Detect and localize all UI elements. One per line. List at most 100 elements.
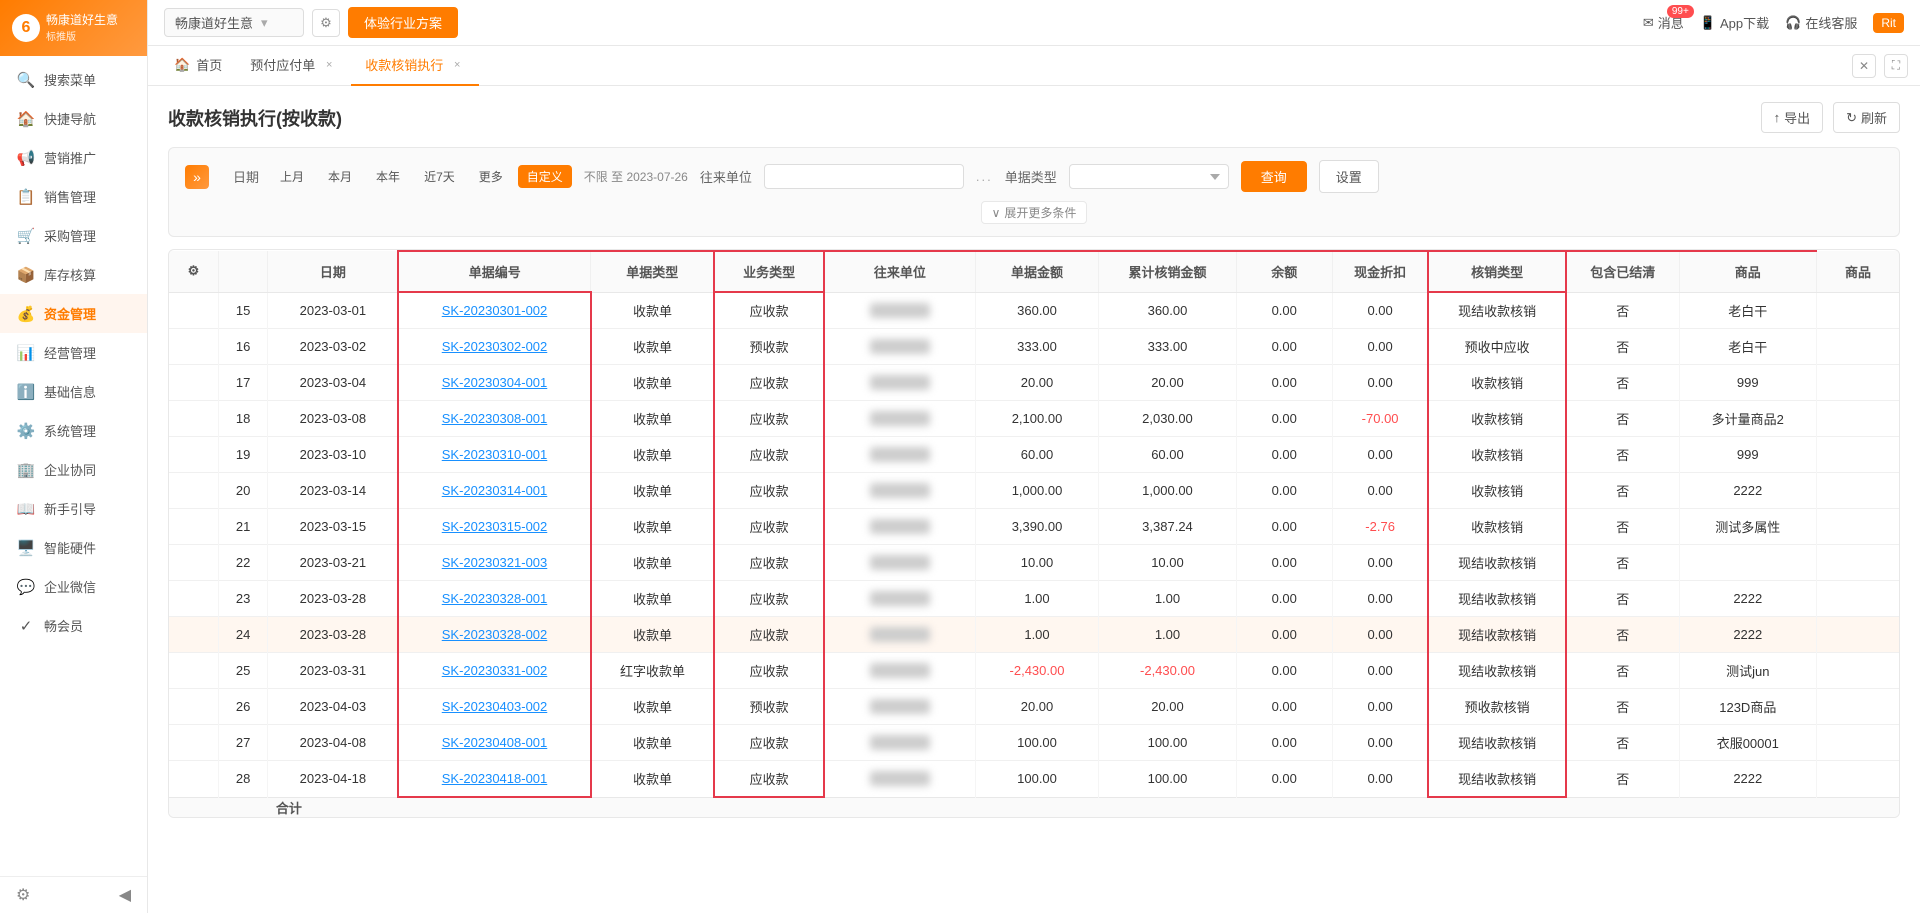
col-settings[interactable]: ⚙ (169, 251, 218, 292)
tab-close-all-button[interactable]: ✕ (1852, 54, 1876, 78)
cell-balance: 0.00 (1236, 329, 1332, 365)
bill-no-link[interactable]: SK-20230331-002 (442, 663, 548, 678)
tab-collection-close[interactable]: × (449, 57, 465, 73)
col-biz-type[interactable]: 业务类型 (714, 251, 824, 292)
cell-settings (169, 437, 218, 473)
cell-partner: ██████ (824, 725, 975, 761)
export-button[interactable]: ↑ 导出 (1761, 102, 1824, 133)
col-bill-amount[interactable]: 单据金额 (975, 251, 1099, 292)
cell-date: 2023-03-21 (268, 545, 398, 581)
sidebar-item-search[interactable]: 🔍 搜索菜单 (0, 60, 147, 99)
cell-goods: 999 (1679, 437, 1816, 473)
col-partner[interactable]: 往来单位 (824, 251, 975, 292)
bill-no-link[interactable]: SK-20230314-001 (442, 483, 548, 498)
col-cash-discount[interactable]: 现金折扣 (1332, 251, 1428, 292)
bill-no-link[interactable]: SK-20230408-001 (442, 735, 548, 750)
sidebar-item-inventory[interactable]: 📦 库存核算 (0, 255, 147, 294)
sidebar-item-finance[interactable]: 💰 资金管理 (0, 294, 147, 333)
cell-settings (169, 545, 218, 581)
sidebar-item-member[interactable]: ✓ 畅会员 (0, 606, 147, 645)
table-row: 15 2023-03-01 SK-20230301-002 收款单 应收款 ██… (169, 292, 1899, 329)
sidebar-settings-icon[interactable]: ⚙ (16, 885, 30, 905)
filter-this-year[interactable]: 本年 (367, 164, 409, 189)
cell-partner: ██████ (824, 401, 975, 437)
cell-goods: 测试多属性 (1679, 509, 1816, 545)
bill-no-link[interactable]: SK-20230328-001 (442, 591, 548, 606)
bill-type-filter-select[interactable] (1069, 164, 1229, 189)
sidebar-item-hardware[interactable]: 🖥️ 智能硬件 (0, 528, 147, 567)
partner-filter-input[interactable] (764, 164, 964, 189)
cell-partner: ██████ (824, 617, 975, 653)
col-goods2[interactable]: 商品 (1816, 251, 1899, 292)
marketing-icon: 📢 (16, 149, 36, 167)
sidebar-item-wechat[interactable]: 💬 企业微信 (0, 567, 147, 606)
cell-rownum: 23 (218, 581, 267, 617)
bill-no-link[interactable]: SK-20230328-002 (442, 627, 548, 642)
sidebar-item-marketing[interactable]: 📢 营销推广 (0, 138, 147, 177)
tab-collection[interactable]: 收款核销执行 × (351, 46, 479, 86)
cell-bill-amount: 20.00 (975, 689, 1099, 725)
tab-collection-label: 收款核销执行 (365, 55, 443, 74)
settings-button[interactable]: ⚙ (312, 9, 340, 37)
cell-partner: ██████ (824, 329, 975, 365)
sidebar-item-purchase[interactable]: 🛒 采购管理 (0, 216, 147, 255)
sidebar-item-label: 系统管理 (44, 421, 96, 440)
bill-no-link[interactable]: SK-20230315-002 (442, 519, 548, 534)
filter-this-month[interactable]: 本月 (319, 164, 361, 189)
col-date[interactable]: 日期 (268, 251, 398, 292)
tab-fullscreen-button[interactable]: ⛶ (1884, 54, 1908, 78)
col-bill-no[interactable]: 单据编号 (398, 251, 590, 292)
bill-no-link[interactable]: SK-20230302-002 (442, 339, 548, 354)
col-balance[interactable]: 余额 (1236, 251, 1332, 292)
sidebar-item-sales[interactable]: 📋 销售管理 (0, 177, 147, 216)
col-include-settled[interactable]: 包含已结清 (1566, 251, 1679, 292)
cell-date: 2023-03-04 (268, 365, 398, 401)
bill-no-link[interactable]: SK-20230304-001 (442, 375, 548, 390)
setting-button[interactable]: 设置 (1319, 160, 1379, 193)
sidebar-collapse-icon[interactable]: ◀ (119, 885, 131, 905)
company-dropdown[interactable]: 畅康道好生意 ▾ (164, 8, 304, 37)
bill-no-link[interactable]: SK-20230403-002 (442, 699, 548, 714)
tab-prepay[interactable]: 预付应付单 × (236, 46, 351, 86)
user-avatar[interactable]: Rit (1873, 13, 1904, 33)
col-cancel-type[interactable]: 核销类型 (1428, 251, 1565, 292)
bill-no-link[interactable]: SK-20230301-002 (442, 303, 548, 318)
bill-no-link[interactable]: SK-20230321-003 (442, 555, 548, 570)
query-button[interactable]: 查询 (1241, 161, 1307, 192)
bill-no-link[interactable]: SK-20230310-001 (442, 447, 548, 462)
cell-biz-type: 应收款 (714, 473, 824, 509)
expand-more-button[interactable]: ∨ 展开更多条件 (981, 201, 1088, 224)
message-button[interactable]: ✉ 消息 99+ (1643, 13, 1684, 32)
filter-expand-button[interactable]: » (185, 165, 209, 189)
tab-prepay-close[interactable]: × (321, 57, 337, 73)
filter-custom-btn[interactable]: 自定义 (518, 165, 572, 188)
sidebar-item-guide[interactable]: 📖 新手引导 (0, 489, 147, 528)
bill-no-link[interactable]: SK-20230308-001 (442, 411, 548, 426)
cell-cancel-type: 现结收款核销 (1428, 292, 1565, 329)
cell-accum-cancel: 20.00 (1099, 365, 1236, 401)
col-goods[interactable]: 商品 (1679, 251, 1816, 292)
cell-bill-no: SK-20230328-002 (398, 617, 590, 653)
sidebar-item-quicknav[interactable]: 🏠 快捷导航 (0, 99, 147, 138)
sidebar-item-system[interactable]: ⚙️ 系统管理 (0, 411, 147, 450)
filter-7days[interactable]: 近7天 (415, 164, 464, 189)
sidebar-item-operations[interactable]: 📊 经营管理 (0, 333, 147, 372)
col-bill-type[interactable]: 单据类型 (591, 251, 715, 292)
cell-bill-no: SK-20230308-001 (398, 401, 590, 437)
app-download-button[interactable]: 📱 App下载 (1700, 13, 1769, 32)
industry-solution-button[interactable]: 体验行业方案 (348, 7, 458, 38)
home-icon: 🏠 (16, 110, 36, 128)
cell-accum-cancel: 60.00 (1099, 437, 1236, 473)
tab-home[interactable]: 🏠 首页 (160, 46, 236, 86)
cell-biz-type: 应收款 (714, 725, 824, 761)
filter-last-month[interactable]: 上月 (271, 164, 313, 189)
refresh-button[interactable]: ↻ 刷新 (1833, 102, 1900, 133)
bill-no-link[interactable]: SK-20230418-001 (442, 771, 548, 786)
cell-goods: 2222 (1679, 761, 1816, 798)
sidebar-item-basic[interactable]: ℹ️ 基础信息 (0, 372, 147, 411)
online-service-button[interactable]: 🎧 在线客服 (1785, 13, 1857, 32)
sidebar-item-corp[interactable]: 🏢 企业协同 (0, 450, 147, 489)
col-accum-cancel[interactable]: 累计核销金额 (1099, 251, 1236, 292)
table-footer-row: 合计 (169, 797, 1899, 817)
filter-more[interactable]: 更多 (470, 164, 512, 189)
